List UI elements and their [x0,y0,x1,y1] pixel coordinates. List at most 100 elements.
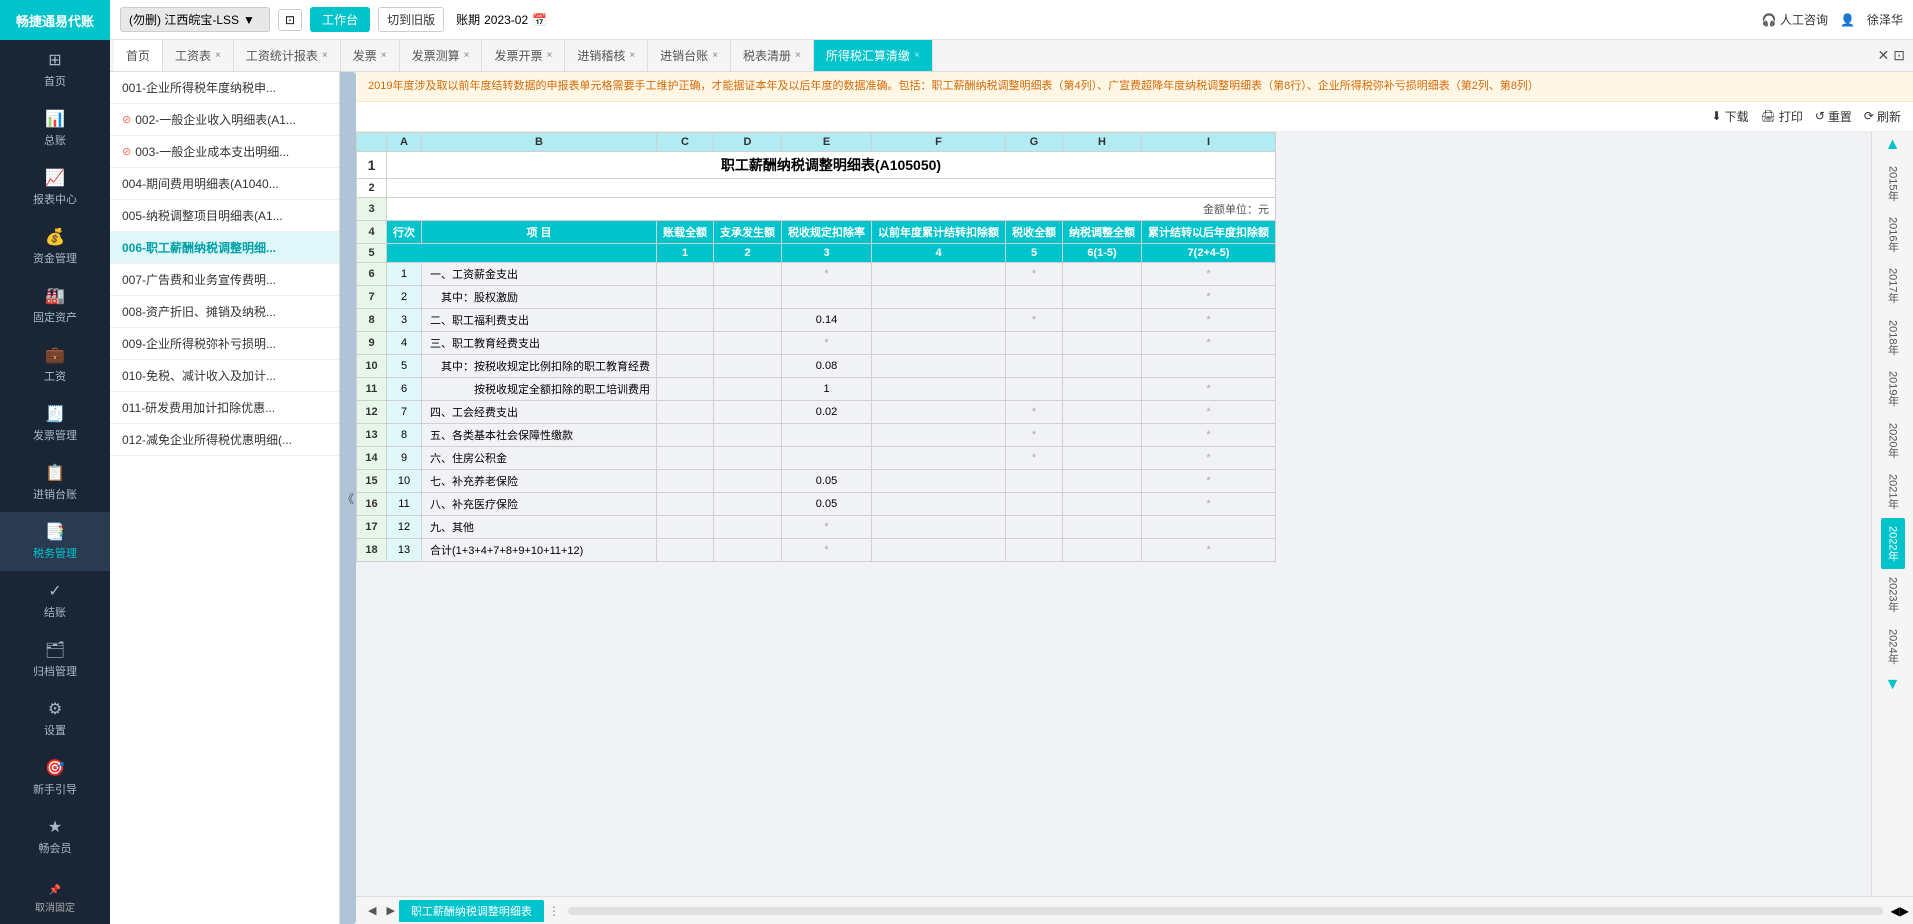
customer-service-link[interactable]: 🎧 人工咨询 [1762,11,1828,28]
tabs-close-all[interactable]: ✕ [1878,47,1890,64]
sidebar-item-guide[interactable]: 🎯 新手引导 [0,748,110,807]
bottom-nav-prev[interactable]: ◀ [364,902,380,919]
tab-invoice-close[interactable]: × [381,50,387,61]
tab-tax-filing[interactable]: 所得税汇算清缴 × [814,40,933,72]
sidebar-item-ledger[interactable]: 📊 总账 [0,99,110,158]
refresh-button[interactable]: ⟳ 刷新 [1864,108,1901,125]
calendar-icon[interactable]: 📅 [532,13,547,27]
scroll-right-icon[interactable]: ▶ [1900,904,1909,918]
tab-salary-report-close[interactable]: × [322,50,328,61]
sidebar-item-home[interactable]: ⊞ 首页 [0,40,110,99]
sidebar-item-assets[interactable]: 🏭 固定资产 [0,276,110,335]
print-button[interactable]: 🖨 打印 [1761,108,1803,125]
form-list-item-007[interactable]: 007-广告费和业务宣传费明... [110,264,339,296]
tab-invoice-calc[interactable]: 发票测算 × [400,40,483,72]
switch-old-button[interactable]: 切到旧版 [378,7,444,32]
reset-button[interactable]: ↺ 重置 [1815,108,1852,125]
form-list-item-004[interactable]: 004-期间费用明细表(A1040... [110,168,339,200]
col-header-I: I [1142,132,1276,151]
company-selector[interactable]: (勿删) 江西皖宝-LSS ▼ [120,7,270,32]
sheet-area[interactable]: A B C D E F G H I [356,132,1871,897]
form-009-label: 009-企业所得税弥补亏损明... [122,335,276,352]
sidebar-item-reports[interactable]: 📈 报表中心 [0,158,110,217]
form-list-item-001[interactable]: 001-企业所得税年度纳税申... [110,72,339,104]
tab-ledger-close[interactable]: × [712,50,718,61]
form-list-item-002[interactable]: ⊘ 002-一般企业收入明细表(A1... [110,104,339,136]
warn-icon-003: ⊘ [122,145,131,158]
scroll-left-icon[interactable]: ◀ [1891,904,1900,918]
workbench-button[interactable]: 工作台 [310,7,370,32]
row-num-5: 5 [357,243,387,262]
ledger-icon: 📊 [45,109,65,129]
form-list-item-010[interactable]: 010-免税、减计收入及加计... [110,360,339,392]
sidebar-item-close[interactable]: ✓ 结账 [0,571,110,630]
table-subheader-row: 5 1 2 3 4 5 6(1-5) 7(2+4-5) [357,243,1276,262]
tab-invoice-calc-close[interactable]: × [464,50,470,61]
company-settings-button[interactable]: ⊡ [278,9,302,31]
tab-tax-list-close[interactable]: × [795,50,801,61]
tab-invoice-issue-close[interactable]: × [546,50,552,61]
subheader-4: 4 [872,243,1006,262]
year-2015[interactable]: 2015年 [1881,158,1905,209]
tab-salary[interactable]: 工资表 × [163,40,234,72]
sidebar-item-archive[interactable]: 🗂 归档管理 [0,630,110,689]
tabs-maximize[interactable]: ⊡ [1893,47,1905,64]
header-item: 项 目 [422,220,657,243]
year-2017[interactable]: 2017年 [1881,260,1905,311]
sidebar-item-label: 总账 [44,132,66,148]
bottom-scrollbar[interactable] [568,907,1883,915]
form-012-label: 012-减免企业所得税优惠明细(... [122,431,292,448]
unpin-label: 取消固定 [35,899,75,914]
year-2024[interactable]: 2024年 [1881,621,1905,672]
download-button[interactable]: ⬇ 下载 [1712,108,1749,125]
content-area: 001-企业所得税年度纳税申... ⊘ 002-一般企业收入明细表(A1... … [110,72,1913,924]
close-icon: ✓ [48,581,61,601]
year-nav-up[interactable]: ▲ [1872,132,1913,158]
year-2022[interactable]: 2022年 [1881,518,1905,569]
sidebar-item-funds[interactable]: 💰 资金管理 [0,217,110,276]
col-header-H: H [1063,132,1142,151]
bottom-tab-menu[interactable]: ⋮ [548,904,560,918]
sidebar-item-salary[interactable]: 💼 工资 [0,335,110,394]
sidebar-item-settings[interactable]: ⚙ 设置 [0,689,110,748]
user-avatar[interactable]: 👤 [1840,13,1855,27]
year-2020[interactable]: 2020年 [1881,415,1905,466]
sidebar-item-tax[interactable]: 📑 税务管理 [0,512,110,571]
right-main: 2019年度涉及取以前年度结转数据的申报表单元格需要手工维护正确，才能据证本年及… [356,72,1913,924]
year-nav-down[interactable]: ▼ [1872,672,1913,698]
year-2018[interactable]: 2018年 [1881,312,1905,363]
tab-audit-close[interactable]: × [629,50,635,61]
panel-collapse-button[interactable]: 《 [340,72,356,924]
user-name[interactable]: 徐泽华 [1867,11,1903,28]
form-list-item-003[interactable]: ⊘ 003-一般企业成本支出明细... [110,136,339,168]
form-list-item-005[interactable]: 005-纳税调整项目明细表(A1... [110,200,339,232]
col-header-D: D [714,132,782,151]
form-list-item-008[interactable]: 008-资产折旧、摊销及纳税... [110,296,339,328]
tab-salary-report[interactable]: 工资统计报表 × [234,40,341,72]
tab-ledger[interactable]: 进销台账 × [648,40,731,72]
year-2019[interactable]: 2019年 [1881,363,1905,414]
tab-home[interactable]: 首页 [114,40,163,72]
tab-salary-close[interactable]: × [215,50,221,61]
form-list-item-012[interactable]: 012-减免企业所得税优惠明细(... [110,424,339,456]
sidebar-item-sales[interactable]: 📋 进销台账 [0,453,110,512]
tab-invoice-issue[interactable]: 发票开票 × [482,40,565,72]
header-f: 以前年度累计结转扣除额 [872,220,1006,243]
form-list-item-006[interactable]: 006-职工薪酬纳税调整明细... [110,232,339,264]
year-2021[interactable]: 2021年 [1881,466,1905,517]
unpin-icon: 📌 [49,885,61,896]
sidebar-item-member[interactable]: ★ 畅会员 [0,807,110,866]
year-2016[interactable]: 2016年 [1881,209,1905,260]
tab-audit[interactable]: 进销稽核 × [565,40,648,72]
sidebar-item-invoice[interactable]: 🧾 发票管理 [0,394,110,453]
sidebar-item-unpin[interactable]: 📌 取消固定 [0,875,110,924]
tab-tax-filing-close[interactable]: × [914,50,920,61]
tab-invoice[interactable]: 发票 × [341,40,400,72]
form-list-item-009[interactable]: 009-企业所得税弥补亏损明... [110,328,339,360]
tab-invoice-label: 发票 [353,47,377,64]
bottom-tab-sheet[interactable]: 职工薪酬纳税调整明细表 [399,900,544,922]
bottom-nav-next[interactable]: ▶ [382,902,398,919]
tab-tax-list[interactable]: 税表清册 × [731,40,814,72]
form-list-item-011[interactable]: 011-研发费用加计扣除优惠... [110,392,339,424]
year-2023[interactable]: 2023年 [1881,569,1905,620]
